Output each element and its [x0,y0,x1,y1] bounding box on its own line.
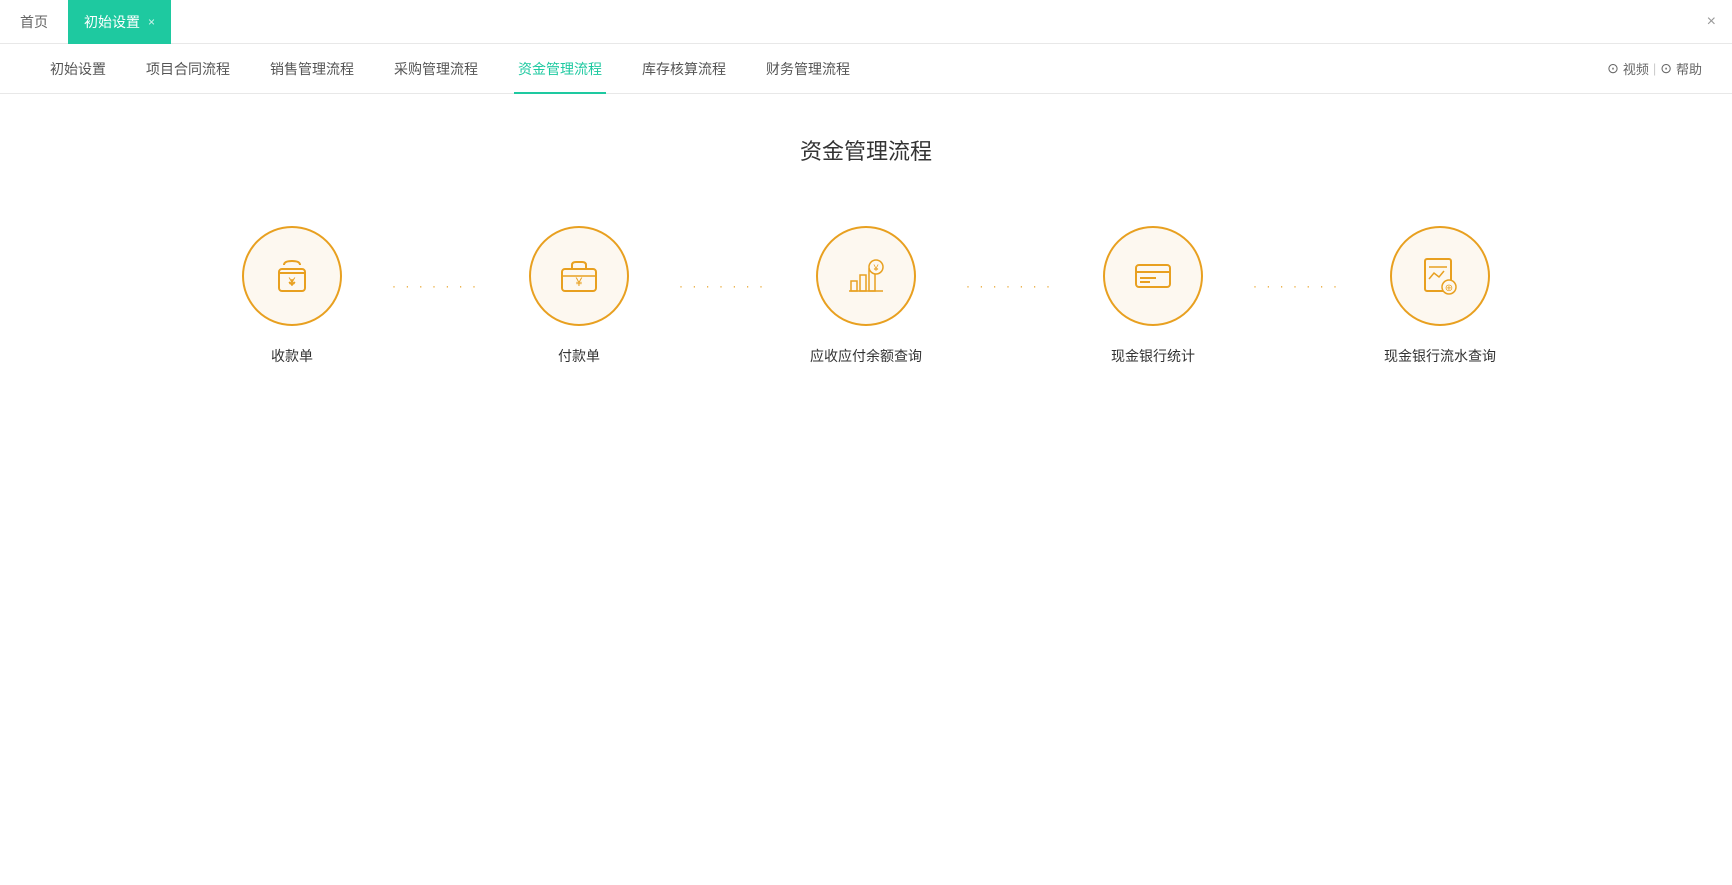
nav-item-finance[interactable]: 财务管理流程 [746,44,870,94]
flow-connector-1: · · · · · · · [392,279,479,293]
receipt-icon: ¥ [267,251,317,301]
flow-connector-4: · · · · · · · [1253,279,1340,293]
video-btn[interactable]: 视频 [1623,59,1649,78]
svg-text:¥: ¥ [872,263,879,273]
nav-bar: 初始设置 项目合同流程 销售管理流程 采购管理流程 资金管理流程 库存核算流程 … [0,44,1732,94]
flow-label-receipt: 收款单 [271,346,313,366]
help-btn[interactable]: 帮助 [1676,59,1702,78]
nav-item-purchase[interactable]: 采购管理流程 [374,44,498,94]
flow-connector-3: · · · · · · · [966,279,1053,293]
flow-circle-balance: ¥ [816,226,916,326]
svg-text:¥: ¥ [575,275,583,289]
tab-home[interactable]: 首页 [0,0,68,44]
nav-item-inventory[interactable]: 库存核算流程 [622,44,746,94]
tab-close-icon[interactable]: × [148,15,155,29]
payment-icon: ¥ [554,251,604,301]
svg-text:⊕: ⊕ [1445,283,1453,294]
flow-item-cashbank[interactable]: 现金银行统计 [1053,226,1253,366]
circle-play-icon: ⊙ [1607,60,1619,77]
flow-item-payment[interactable]: ¥ 付款单 [479,226,679,366]
nav-right: ⊙ 视频 | ⊙ 帮助 [1607,59,1702,78]
tab-active-label: 初始设置 [84,12,140,32]
flow-item-balance[interactable]: ¥ 应收应付余额查询 [766,226,966,366]
tab-active[interactable]: 初始设置 × [68,0,171,44]
nav-item-capital[interactable]: 资金管理流程 [498,44,622,94]
flow-item-receipt[interactable]: ¥ 收款单 [192,226,392,366]
top-right-controls: × [1691,13,1732,31]
flow-row: ¥ 收款单 · · · · · · · ¥ 付款单 [192,226,1540,366]
flow-label-payment: 付款单 [558,346,600,366]
main-content: 资金管理流程 ¥ 收款单 · · · · · · · [0,94,1732,406]
flow-circle-payment: ¥ [529,226,629,326]
flow-circle-statement: ⊕ [1390,226,1490,326]
divider: | [1653,61,1656,76]
nav-item-initial[interactable]: 初始设置 [30,44,126,94]
top-tab-bar: 首页 初始设置 × × [0,0,1732,44]
page-title: 资金管理流程 [800,134,932,166]
flow-circle-receipt: ¥ [242,226,342,326]
nav-item-project[interactable]: 项目合同流程 [126,44,250,94]
balance-icon: ¥ [841,251,891,301]
flow-label-statement: 现金银行流水查询 [1384,346,1496,366]
flow-label-cashbank: 现金银行统计 [1111,346,1195,366]
circle-help-icon: ⊙ [1660,60,1672,77]
statement-icon: ⊕ [1415,251,1465,301]
flow-label-balance: 应收应付余额查询 [810,346,922,366]
cashbank-icon [1128,251,1178,301]
nav-item-sales[interactable]: 销售管理流程 [250,44,374,94]
flow-item-statement[interactable]: ⊕ 现金银行流水查询 [1340,226,1540,366]
flow-circle-cashbank [1103,226,1203,326]
flow-connector-2: · · · · · · · [679,279,766,293]
window-close-icon[interactable]: × [1707,13,1716,31]
